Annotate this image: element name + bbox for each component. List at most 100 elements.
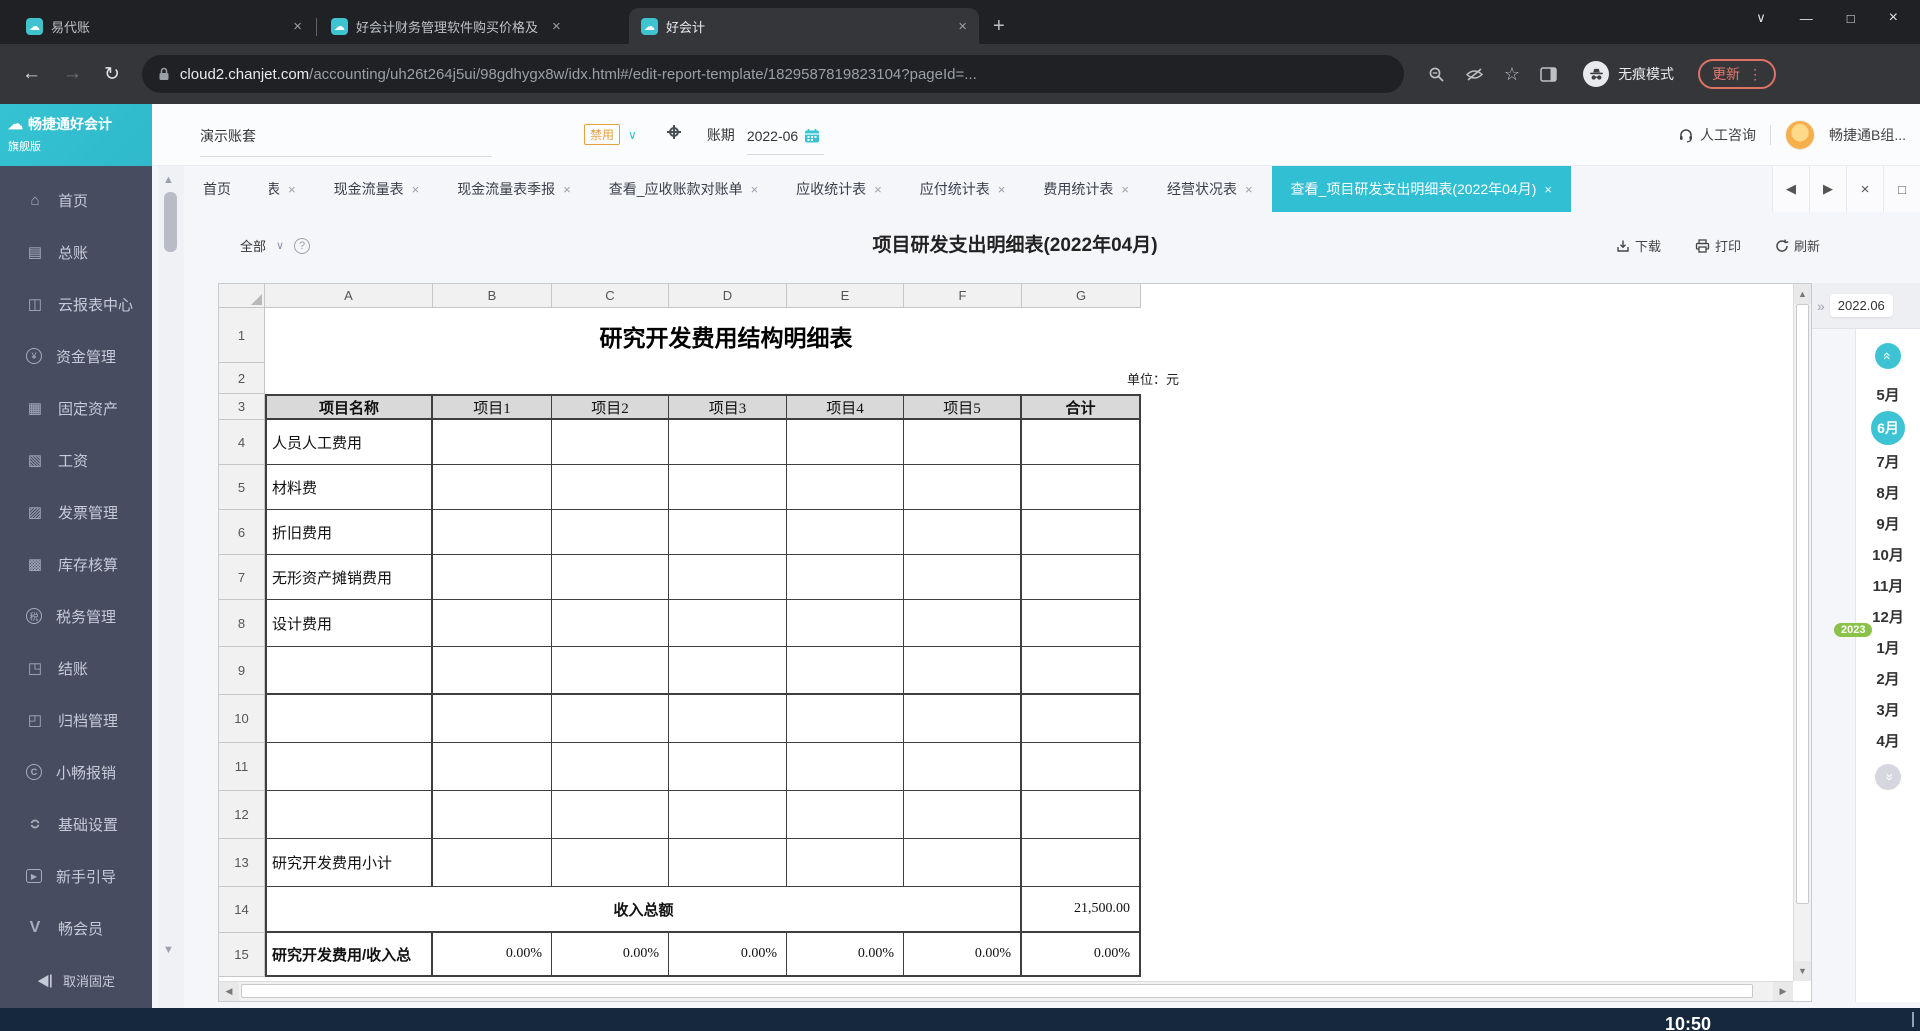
user-name[interactable]: 畅捷通B组... [1829,125,1906,145]
table-header-cell[interactable]: 项目4 [787,394,904,420]
close-all-tabs-icon[interactable]: × [1846,166,1883,212]
sheet-cell[interactable] [787,510,904,555]
sidebar-item-guide[interactable]: ▶ 新手引导 [0,850,152,902]
sheet-cell[interactable] [787,600,904,647]
sheet-cell[interactable] [265,695,433,743]
os-taskbar[interactable]: 10:50 [0,1008,1920,1031]
sheet-cell[interactable] [265,743,433,791]
forward-button[interactable]: → [63,63,82,85]
tab-close-icon[interactable]: × [958,18,967,35]
sheet-cell[interactable] [265,791,433,839]
ratio-cell[interactable]: 0.00% [433,933,552,977]
sheet-cell[interactable] [904,510,1022,555]
row-header[interactable]: 2 [219,363,265,394]
sheet-cell[interactable] [552,465,669,510]
scroll-left-icon[interactable]: ◀ [219,982,239,1001]
row-header[interactable]: 10 [219,695,265,743]
month-item[interactable]: 5月 [1856,379,1920,410]
sheet-cell[interactable] [904,791,1022,839]
sheet-cell[interactable] [904,695,1022,743]
sheet-cell[interactable] [433,555,552,600]
scroll-up-icon[interactable]: ▲ [1794,284,1811,304]
sidebar-item-fixed-assets[interactable]: ▦ 固定资产 [0,382,152,434]
expense-row-label[interactable]: 材料费 [265,465,433,510]
table-header-cell[interactable]: 项目3 [669,394,787,420]
sidebar-item-salary[interactable]: ▧ 工资 [0,434,152,486]
close-tab-icon[interactable]: × [1245,182,1253,197]
scroll-up-icon[interactable]: ▲ [163,174,174,186]
column-header[interactable]: D [669,284,787,308]
row-header[interactable]: 4 [219,420,265,465]
sheet-cell[interactable] [787,839,904,887]
row-header[interactable]: 14 [219,887,265,933]
sheet-cell[interactable] [433,743,552,791]
row-header[interactable]: 3 [219,394,265,420]
sheet-cell[interactable] [669,420,787,465]
sheet-cell[interactable] [787,791,904,839]
refresh-button[interactable]: 刷新 [1775,236,1820,255]
tab-close-icon[interactable]: × [552,18,561,35]
sheet-cell[interactable] [433,695,552,743]
sheet-cell[interactable] [669,791,787,839]
side-panel-icon[interactable] [1540,66,1557,82]
help-icon[interactable]: ? [294,237,311,254]
sheet-cell[interactable] [1022,743,1141,791]
sidebar-item-home[interactable]: ⌂ 首页 [0,174,152,226]
table-header-cell[interactable]: 项目5 [904,394,1022,420]
scrollbar-thumb[interactable] [164,192,177,252]
sheet-cell[interactable] [669,465,787,510]
close-tab-icon[interactable]: × [563,182,571,197]
report-tab-cashflow-quarterly[interactable]: 现金流量表季报 × [438,166,590,212]
sheet-cell[interactable] [1022,839,1141,887]
month-item[interactable]: 9月 [1856,508,1920,539]
months-scroll-up-button[interactable]: « [1875,343,1901,369]
column-header[interactable]: A [265,284,433,308]
sidebar-item-member[interactable]: V 畅会员 [0,902,152,954]
subtotal-row-label[interactable]: 研究开发费用小计 [265,839,433,887]
sheet-cell[interactable] [433,647,552,695]
scroll-right-icon[interactable]: ▶ [1773,982,1793,1001]
sidebar-item-general-ledger[interactable]: ▤ 总账 [0,226,152,278]
report-tab-clipped[interactable]: 表 × [250,166,315,212]
download-button[interactable]: 下载 [1616,236,1661,255]
unpin-sidebar-button[interactable]: ◀▏取消固定 [0,971,152,990]
content-scrollbar[interactable]: ▲ ▼ [158,166,184,1008]
collapse-panel-icon[interactable]: » [1817,298,1825,314]
report-tab-home[interactable]: 首页 [184,166,250,212]
table-header-cell[interactable]: 项目2 [552,394,669,420]
sheet-cell[interactable] [904,555,1022,600]
row-header[interactable]: 5 [219,465,265,510]
sheet-cell[interactable] [904,600,1022,647]
close-tab-icon[interactable]: × [1544,182,1552,197]
sheet-cell[interactable] [1022,695,1141,743]
reload-button[interactable]: ↻ [104,63,120,86]
close-tab-icon[interactable]: × [998,182,1006,197]
table-title[interactable]: 研究开发费用结构明细表 [265,319,1187,353]
row-header[interactable]: 6 [219,510,265,555]
account-selector[interactable]: 演示账套 [200,126,492,157]
sidebar-item-report-center[interactable]: ◫ 云报表中心 [0,278,152,330]
sheet-cell[interactable] [669,510,787,555]
tab-close-icon[interactable]: × [293,18,302,35]
account-settings-button[interactable] [666,125,681,144]
ratio-cell[interactable]: 0.00% [904,933,1022,977]
period-selector[interactable]: 2022-06 [746,128,825,155]
browser-tab-3-active[interactable]: ☁ 好会计 × [629,8,979,44]
month-item[interactable]: 2月 [1856,663,1920,694]
filter-dropdown[interactable]: 全部 ∨ ? [240,236,311,255]
sheet-cell[interactable] [787,743,904,791]
restore-button[interactable]: □ [1847,11,1855,26]
sheet-cell[interactable] [552,600,669,647]
sheet-cell[interactable] [669,555,787,600]
sheet-cell[interactable] [669,839,787,887]
address-bar[interactable]: cloud2.chanjet.com/accounting/uh26t264j5… [141,55,1404,93]
ratio-cell[interactable]: 0.00% [552,933,669,977]
month-item[interactable]: 8月 [1856,477,1920,508]
sheet-cell[interactable] [552,555,669,600]
sheet-cell[interactable] [669,743,787,791]
bookmark-star-icon[interactable]: ☆ [1504,64,1520,85]
sheet-cell[interactable] [904,743,1022,791]
sidebar-item-inventory[interactable]: ▩ 库存核算 [0,538,152,590]
user-avatar[interactable] [1784,119,1815,150]
close-window-button[interactable]: × [1889,9,1898,27]
